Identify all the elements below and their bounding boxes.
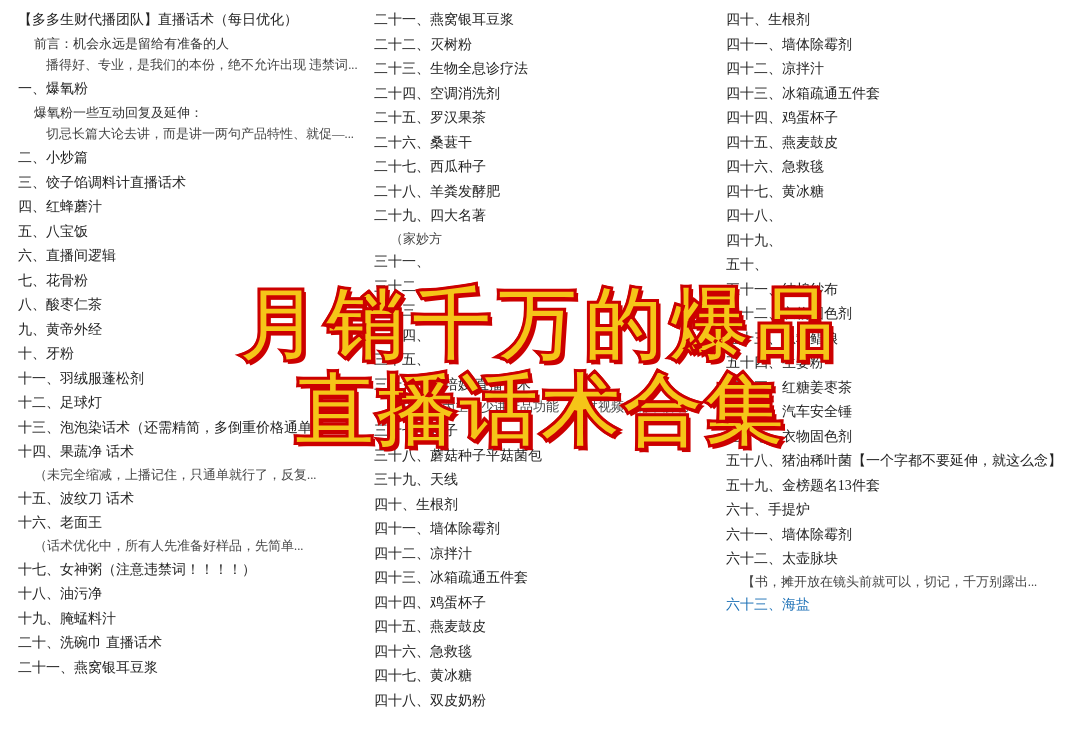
list-item: （未完全缩减，上播记住，只通单就行了，反复... [18,465,358,487]
list-item: 【书，摊开放在镜头前就可以，切记，千万别露出... [726,572,1062,594]
list-item: 三十九、天线 [374,468,710,493]
list-item: 十、牙粉 [18,342,358,367]
list-item: 三、饺子馅调料计直播话术 [18,171,358,196]
list-item: 五十九、金榜题名13件套 [726,474,1062,499]
list-item: 九、黄帝外经 [18,318,358,343]
list-item: 四十七、黄冰糖 [374,664,710,689]
list-item: 十四、果蔬净 话术 [18,440,358,465]
list-item: 四十三、冰箱疏通五件套 [726,82,1062,107]
list-item: 八、酸枣仁茶 [18,293,358,318]
list-item: 四十六、急救毯 [726,155,1062,180]
list-item: 四十六、急救毯 [374,640,710,665]
list-item: 播得好、专业，是我们的本份，绝不允许出现 违禁词... [18,55,358,77]
list-item: 十八、油污净 [18,582,358,607]
list-item: 二十五、罗汉果茶 [374,106,710,131]
list-item: 四十一、墙体除霉剂 [374,517,710,542]
list-item: 四十五、燕麦鼓皮 [374,615,710,640]
list-item: 二十八、羊粪发酵肥 [374,180,710,205]
list-item: 三十二、 [374,275,710,300]
list-item: 五十六、汽车安全锤 [726,400,1062,425]
page-wrapper: 【多多生财代播团队】直播话术（每日优化）前言：机会永远是留给有准备的人播得好、专… [0,0,1080,738]
list-item: 四十七、黄冰糖 [726,180,1062,205]
list-item: 三十一、 [374,250,710,275]
list-item: 二十四、空调消洗剂 [374,82,710,107]
list-item: 【多多生财代播团队】直播话术（每日优化） [18,8,358,33]
list-item: 六十、手提炉 [726,498,1062,523]
list-item: 五十三、急救鲳娘 [726,327,1062,352]
list-item: 六十三、海盐 [726,593,1062,618]
list-item: 三十五、 [374,348,710,373]
list-item: 五十五、红糖姜枣茶 [726,376,1062,401]
list-item: 五十七、衣物固色剂 [726,425,1062,450]
list-item: 四十四、鸡蛋杯子 [374,591,710,616]
list-item: 切忌长篇大论去讲，而是讲一两句产品特性、就促—... [18,124,358,146]
list-item: 十三、泡泡染话术（还需精简，多倒重价格通单） [18,416,358,441]
list-item: 三十三、 [374,299,710,324]
list-item: 一、爆氧粉 [18,77,358,102]
list-item: 二十、洗碗巾 直播话术 [18,631,358,656]
column-2: 二十一、燕窝银耳豆浆二十二、灭树粉二十三、生物全息诊疗法二十四、空调消洗剂二十五… [366,8,718,730]
list-item: 二十九、四大名著 [374,204,710,229]
list-item: 十一、羽绒服蓬松剂 [18,367,358,392]
list-item: 六十一、墙体除霉剂 [726,523,1062,548]
list-item: 爆氧粉一些互动回复及延伸： [18,102,358,125]
list-item: 五十二、衣物固色剂 [726,302,1062,327]
list-item: 五、八宝饭 [18,220,358,245]
list-item: 四十九、 [726,229,1062,254]
list-item: 十九、腌蜢料汁 [18,607,358,632]
list-item: 十七、女神粥（注意违禁词！！！！） [18,558,358,583]
list-item: 四十五、燕麦鼓皮 [726,131,1062,156]
list-item: 四十二、凉拌汁 [726,57,1062,82]
list-item: 三十四、 [374,324,710,349]
list-item: 三十六、培培嫂 直播话术 [374,373,710,398]
columns-container: 【多多生财代播团队】直播话术（每日优化）前言：机会永远是留给有准备的人播得好、专… [0,0,1080,738]
column-3: 四十、生根剂四十一、墙体除霉剂四十二、凉拌汁四十三、冰箱疏通五件套四十四、鸡蛋杯… [718,8,1070,730]
list-item: 四十一、墙体除霉剂 [726,33,1062,58]
list-item: 前言：机会永远是留给有准备的人 [18,33,358,56]
list-item: 二十一、燕窝银耳豆浆 [374,8,710,33]
list-item: 三十八、蘑菇种子平菇菌包 [374,444,710,469]
list-item: 四十二、凉拌汁 [374,542,710,567]
list-item: 十二、足球灯 [18,391,358,416]
list-item: 十六、老面王 [18,511,358,536]
list-item: 六、直播间逻辑 [18,244,358,269]
list-item: 十五、波纹刀 话术 [18,487,358,512]
list-item: 三十七、筷子 [374,419,710,444]
list-item: 二、小炒篇 [18,146,358,171]
list-item: 六十二、太壶脉块 [726,547,1062,572]
list-item: 五十八、猪油稀叶菌【一个字都不要延伸，就这么念】 [726,449,1062,474]
list-item: 二十二、灭树粉 [374,33,710,58]
list-item: 四十、生根剂 [374,493,710,518]
list-item: 【以通单为主，少讲产品功能，看过视频的都了解功... [374,397,710,419]
list-item: 四十八、双皮奶粉 [374,689,710,714]
list-item: 二十六、桑葚干 [374,131,710,156]
list-item: 二十七、西瓜种子 [374,155,710,180]
list-item: （家妙方 [374,229,710,251]
list-item: （话术优化中，所有人先准备好样品，先简单... [18,536,358,558]
column-1: 【多多生财代播团队】直播话术（每日优化）前言：机会永远是留给有准备的人播得好、专… [10,8,366,730]
list-item: 四十四、鸡蛋杯子 [726,106,1062,131]
list-item: 二十一、燕窝银耳豆浆 [18,656,358,681]
list-item: 五十一、纯棉纱布 [726,278,1062,303]
list-item: 二十三、生物全息诊疗法 [374,57,710,82]
list-item: 七、花骨粉 [18,269,358,294]
list-item: 五十、 [726,253,1062,278]
list-item: 四十三、冰箱疏通五件套 [374,566,710,591]
list-item: 四十、生根剂 [726,8,1062,33]
list-item: 四十八、 [726,204,1062,229]
list-item: 四、红蜂蘑汁 [18,195,358,220]
list-item: 五十四、生姜粉 [726,351,1062,376]
